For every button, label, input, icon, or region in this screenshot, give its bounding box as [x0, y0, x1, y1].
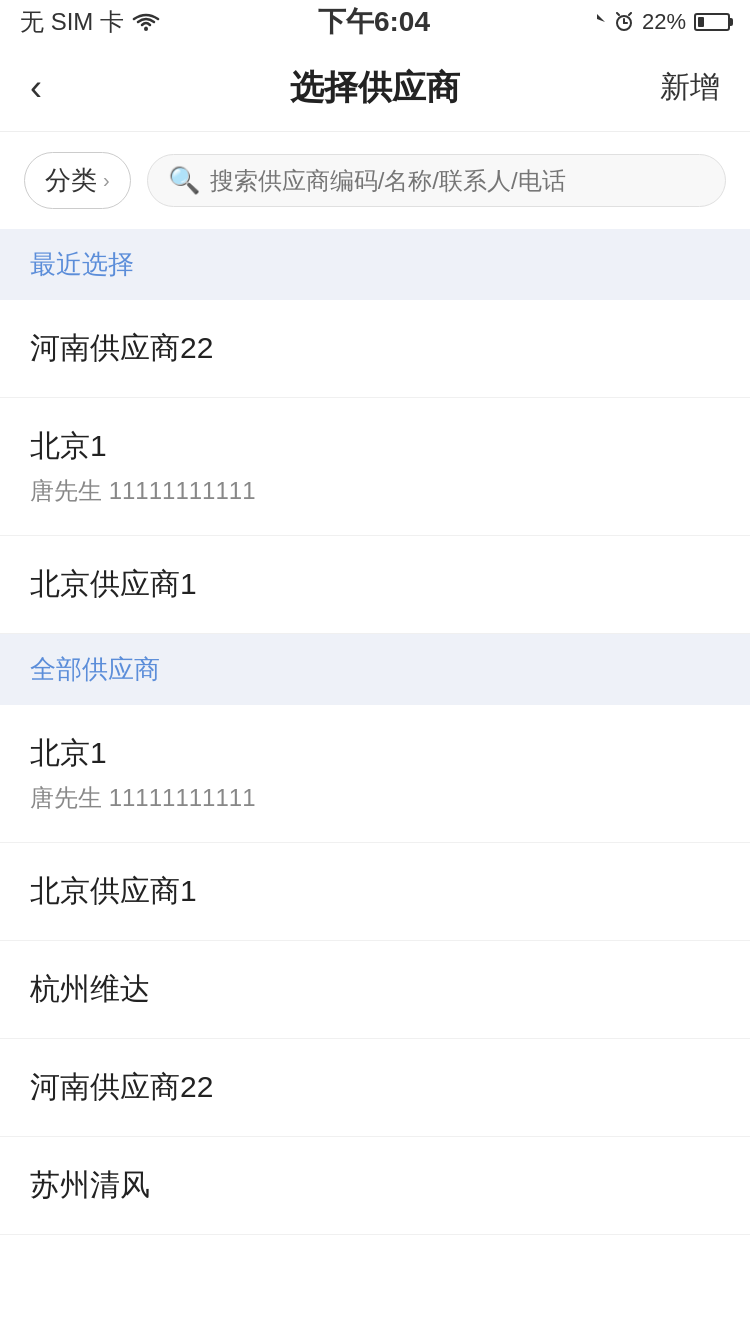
item-name: 北京1 — [30, 426, 720, 467]
list-item[interactable]: 河南供应商22 — [0, 1039, 750, 1137]
item-name: 苏州清风 — [30, 1165, 720, 1206]
category-label: 分类 — [45, 163, 97, 198]
svg-line-5 — [629, 13, 631, 15]
search-icon: 🔍 — [168, 165, 200, 196]
list-item[interactable]: 杭州维达 — [0, 941, 750, 1039]
add-button[interactable]: 新增 — [660, 67, 720, 108]
all-list: 北京1 唐先生 11111111111 北京供应商1 杭州维达河南供应商22 苏州清风 — [0, 705, 750, 1235]
status-time: 下午6:04 — [318, 3, 430, 41]
search-box[interactable]: 🔍 — [147, 154, 726, 207]
recent-section-header: 最近选择 — [0, 229, 750, 300]
battery-percent: 22% — [642, 9, 686, 35]
item-name: 北京1 — [30, 733, 720, 774]
list-item[interactable]: 河南供应商22 — [0, 300, 750, 398]
list-item[interactable]: 北京1 唐先生 11111111111 — [0, 705, 750, 843]
item-name: 杭州维达 — [30, 969, 720, 1010]
status-left: 无 SIM 卡 — [20, 6, 160, 38]
item-name: 北京供应商1 — [30, 871, 720, 912]
status-bar: 无 SIM 卡 下午6:04 22% — [0, 0, 750, 44]
page-title: 选择供应商 — [290, 65, 460, 111]
list-item[interactable]: 北京供应商1 — [0, 536, 750, 634]
alarm-icon — [614, 12, 634, 32]
item-name: 北京供应商1 — [30, 564, 720, 605]
item-name: 河南供应商22 — [30, 1067, 720, 1108]
list-item[interactable]: 苏州清风 — [0, 1137, 750, 1235]
list-item[interactable]: 北京供应商1 — [0, 843, 750, 941]
item-detail: 唐先生 11111111111 — [30, 475, 720, 507]
back-button[interactable]: ‹ — [30, 67, 90, 109]
no-sim-label: 无 SIM 卡 — [20, 6, 124, 38]
recent-list: 河南供应商22 北京1 唐先生 11111111111 北京供应商1 — [0, 300, 750, 634]
item-detail: 唐先生 11111111111 — [30, 782, 720, 814]
status-right: 22% — [588, 9, 730, 35]
location-icon — [588, 13, 606, 31]
battery-icon — [694, 13, 730, 31]
search-input[interactable] — [210, 167, 705, 195]
category-filter[interactable]: 分类 › — [24, 152, 131, 209]
list-item[interactable]: 北京1 唐先生 11111111111 — [0, 398, 750, 536]
svg-line-4 — [617, 13, 619, 15]
svg-point-0 — [144, 27, 148, 31]
wifi-icon — [132, 12, 160, 32]
item-name: 河南供应商22 — [30, 328, 720, 369]
filter-bar: 分类 › 🔍 — [0, 132, 750, 229]
nav-bar: ‹ 选择供应商 新增 — [0, 44, 750, 132]
all-section-header: 全部供应商 — [0, 634, 750, 705]
chevron-right-icon: › — [103, 169, 110, 192]
